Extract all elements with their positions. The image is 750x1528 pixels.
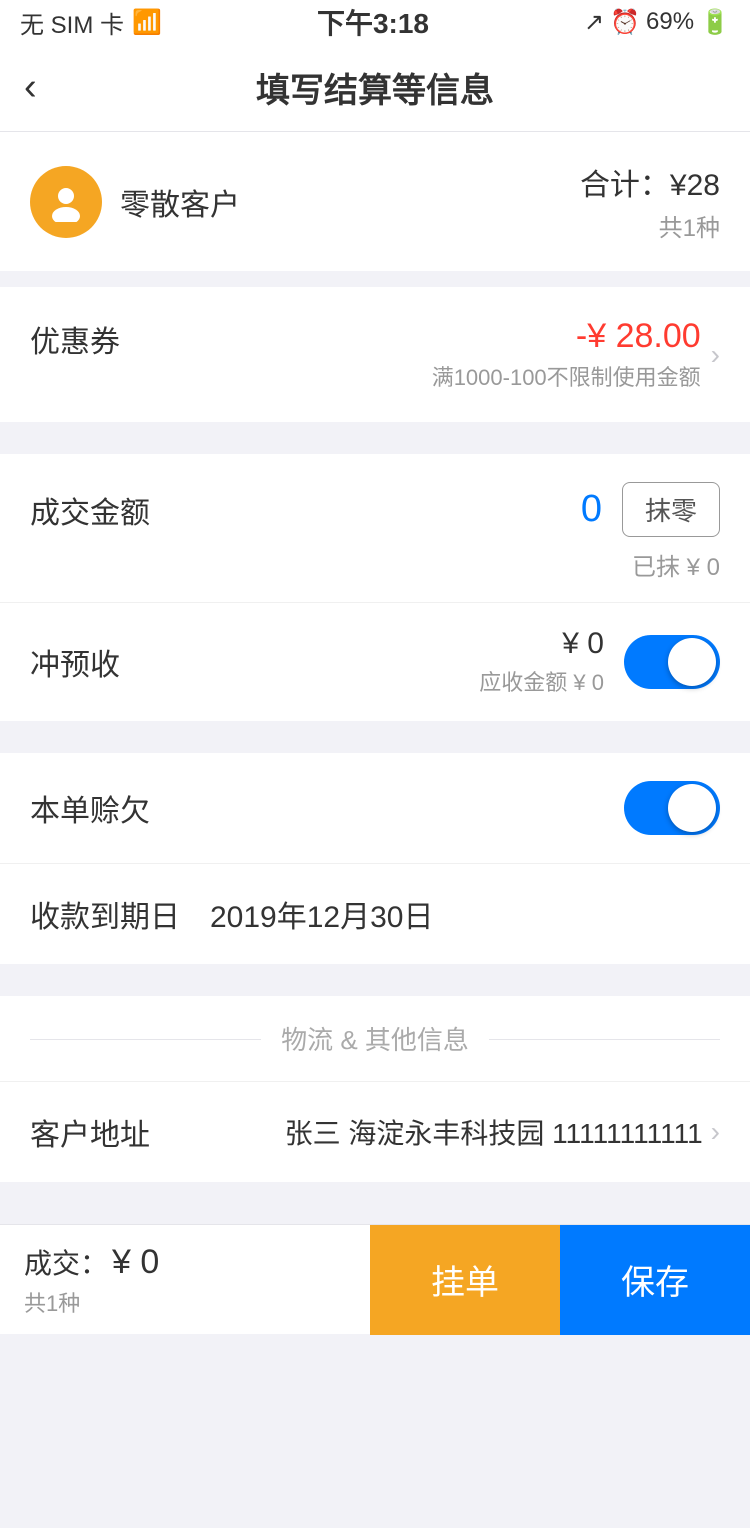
customer-total-area: 合计：¥28 共1种 bbox=[580, 160, 720, 243]
no-sim-label: 无 SIM 卡 bbox=[20, 5, 124, 40]
coupon-chevron-icon: › bbox=[711, 339, 720, 371]
back-button[interactable]: ‹ bbox=[24, 66, 37, 109]
page-title: 填写结算等信息 bbox=[256, 63, 494, 112]
total-count: 共1种 bbox=[580, 208, 720, 243]
status-time: 下午3:18 bbox=[317, 2, 429, 42]
due-date-label: 收款到期日 bbox=[30, 892, 180, 936]
deal-section: 成交金额 0 抹零 已抹 ¥ 0 冲预收 ¥ 0 应收金额 ¥ 0 bbox=[0, 454, 750, 721]
due-date-row: 收款到期日 2019年12月30日 bbox=[0, 863, 750, 964]
logistics-header: 物流 & 其他信息 bbox=[0, 996, 750, 1081]
coupon-row[interactable]: 优惠券 -¥ 28.00 满1000-100不限制使用金额 › bbox=[0, 287, 750, 422]
customer-left: 零散客户 bbox=[30, 166, 240, 238]
erase-button[interactable]: 抹零 bbox=[622, 482, 720, 537]
address-label: 客户地址 bbox=[30, 1110, 150, 1154]
deal-amount-row: 成交金额 0 抹零 bbox=[0, 454, 750, 547]
bottom-bar: 成交： ¥ 0 共1种 挂单 保存 bbox=[0, 1224, 750, 1334]
coupon-right: -¥ 28.00 满1000-100不限制使用金额 › bbox=[432, 317, 720, 392]
status-left: 无 SIM 卡 📶 bbox=[20, 5, 162, 40]
status-bar: 无 SIM 卡 📶 下午3:18 ↗ ⏰ 69% 🔋 bbox=[0, 0, 750, 44]
deal-right: 0 抹零 bbox=[581, 482, 720, 537]
debt-row: 本单赊欠 bbox=[0, 753, 750, 863]
address-right: 张三 海淀永丰科技园 11111111111 › bbox=[285, 1112, 720, 1152]
prepay-label: 冲预收 bbox=[30, 640, 120, 684]
erased-label: 已抹 ¥ 0 bbox=[0, 547, 750, 602]
prepay-right: ¥ 0 应收金额 ¥ 0 bbox=[479, 627, 720, 697]
due-date-value: 2019年12月30日 bbox=[210, 892, 433, 936]
prepay-receivable-label: 应收金额 ¥ 0 bbox=[479, 665, 604, 697]
deal-amount-label: 成交金额 bbox=[30, 488, 150, 532]
battery-percent: 69% bbox=[646, 8, 694, 36]
divider-2 bbox=[0, 737, 750, 753]
toggle-knob bbox=[668, 638, 716, 686]
debt-toggle[interactable] bbox=[624, 781, 720, 835]
debt-section: 本单赊欠 收款到期日 2019年12月30日 bbox=[0, 753, 750, 964]
hang-button[interactable]: 挂单 bbox=[370, 1225, 560, 1335]
logistics-title: 物流 & 其他信息 bbox=[281, 1025, 469, 1055]
total-amount: 合计：¥28 bbox=[580, 160, 720, 204]
coupon-label: 优惠券 bbox=[30, 317, 120, 361]
bottom-deal-amount: ¥ 0 bbox=[112, 1243, 159, 1282]
bottom-deal-info: 成交： ¥ 0 共1种 bbox=[0, 1242, 370, 1318]
address-row[interactable]: 客户地址 张三 海淀永丰科技园 11111111111 › bbox=[0, 1081, 750, 1182]
address-value: 张三 海淀永丰科技园 11111111111 bbox=[285, 1112, 703, 1152]
coupon-amount: -¥ 28.00 bbox=[432, 317, 701, 356]
debt-label: 本单赊欠 bbox=[30, 786, 150, 830]
coupon-section: 优惠券 -¥ 28.00 满1000-100不限制使用金额 › bbox=[0, 287, 750, 422]
location-icon: ↗ bbox=[584, 8, 604, 37]
customer-name: 零散客户 bbox=[120, 180, 240, 224]
coupon-description: 满1000-100不限制使用金额 bbox=[432, 360, 701, 392]
logistics-title-wrap: 物流 & 其他信息 bbox=[261, 1020, 489, 1057]
back-chevron-icon: ‹ bbox=[24, 66, 37, 109]
divider-1 bbox=[0, 438, 750, 454]
bottom-deal-count: 共1种 bbox=[24, 1286, 346, 1318]
customer-section: 零散客户 合计：¥28 共1种 bbox=[0, 132, 750, 271]
bottom-deal-row: 成交： ¥ 0 bbox=[24, 1242, 346, 1282]
divider-3 bbox=[0, 980, 750, 996]
debt-toggle-knob bbox=[668, 784, 716, 832]
prepay-amount-area: ¥ 0 应收金额 ¥ 0 bbox=[479, 627, 604, 697]
logistics-section: 物流 & 其他信息 客户地址 张三 海淀永丰科技园 11111111111 › bbox=[0, 996, 750, 1182]
bottom-deal-label: 成交： bbox=[24, 1242, 108, 1282]
wifi-icon: 📶 bbox=[132, 8, 162, 37]
alarm-icon: ⏰ bbox=[610, 8, 640, 37]
nav-bar: ‹ 填写结算等信息 bbox=[0, 44, 750, 132]
address-chevron-icon: › bbox=[711, 1116, 720, 1148]
prepay-row: 冲预收 ¥ 0 应收金额 ¥ 0 bbox=[0, 602, 750, 721]
deal-amount-value: 0 bbox=[581, 488, 602, 531]
prepay-amount: ¥ 0 bbox=[479, 627, 604, 661]
prepay-toggle[interactable] bbox=[624, 635, 720, 689]
save-button[interactable]: 保存 bbox=[560, 1225, 750, 1335]
battery-icon: 🔋 bbox=[700, 8, 730, 37]
customer-avatar bbox=[30, 166, 102, 238]
status-right: ↗ ⏰ 69% 🔋 bbox=[584, 8, 730, 37]
